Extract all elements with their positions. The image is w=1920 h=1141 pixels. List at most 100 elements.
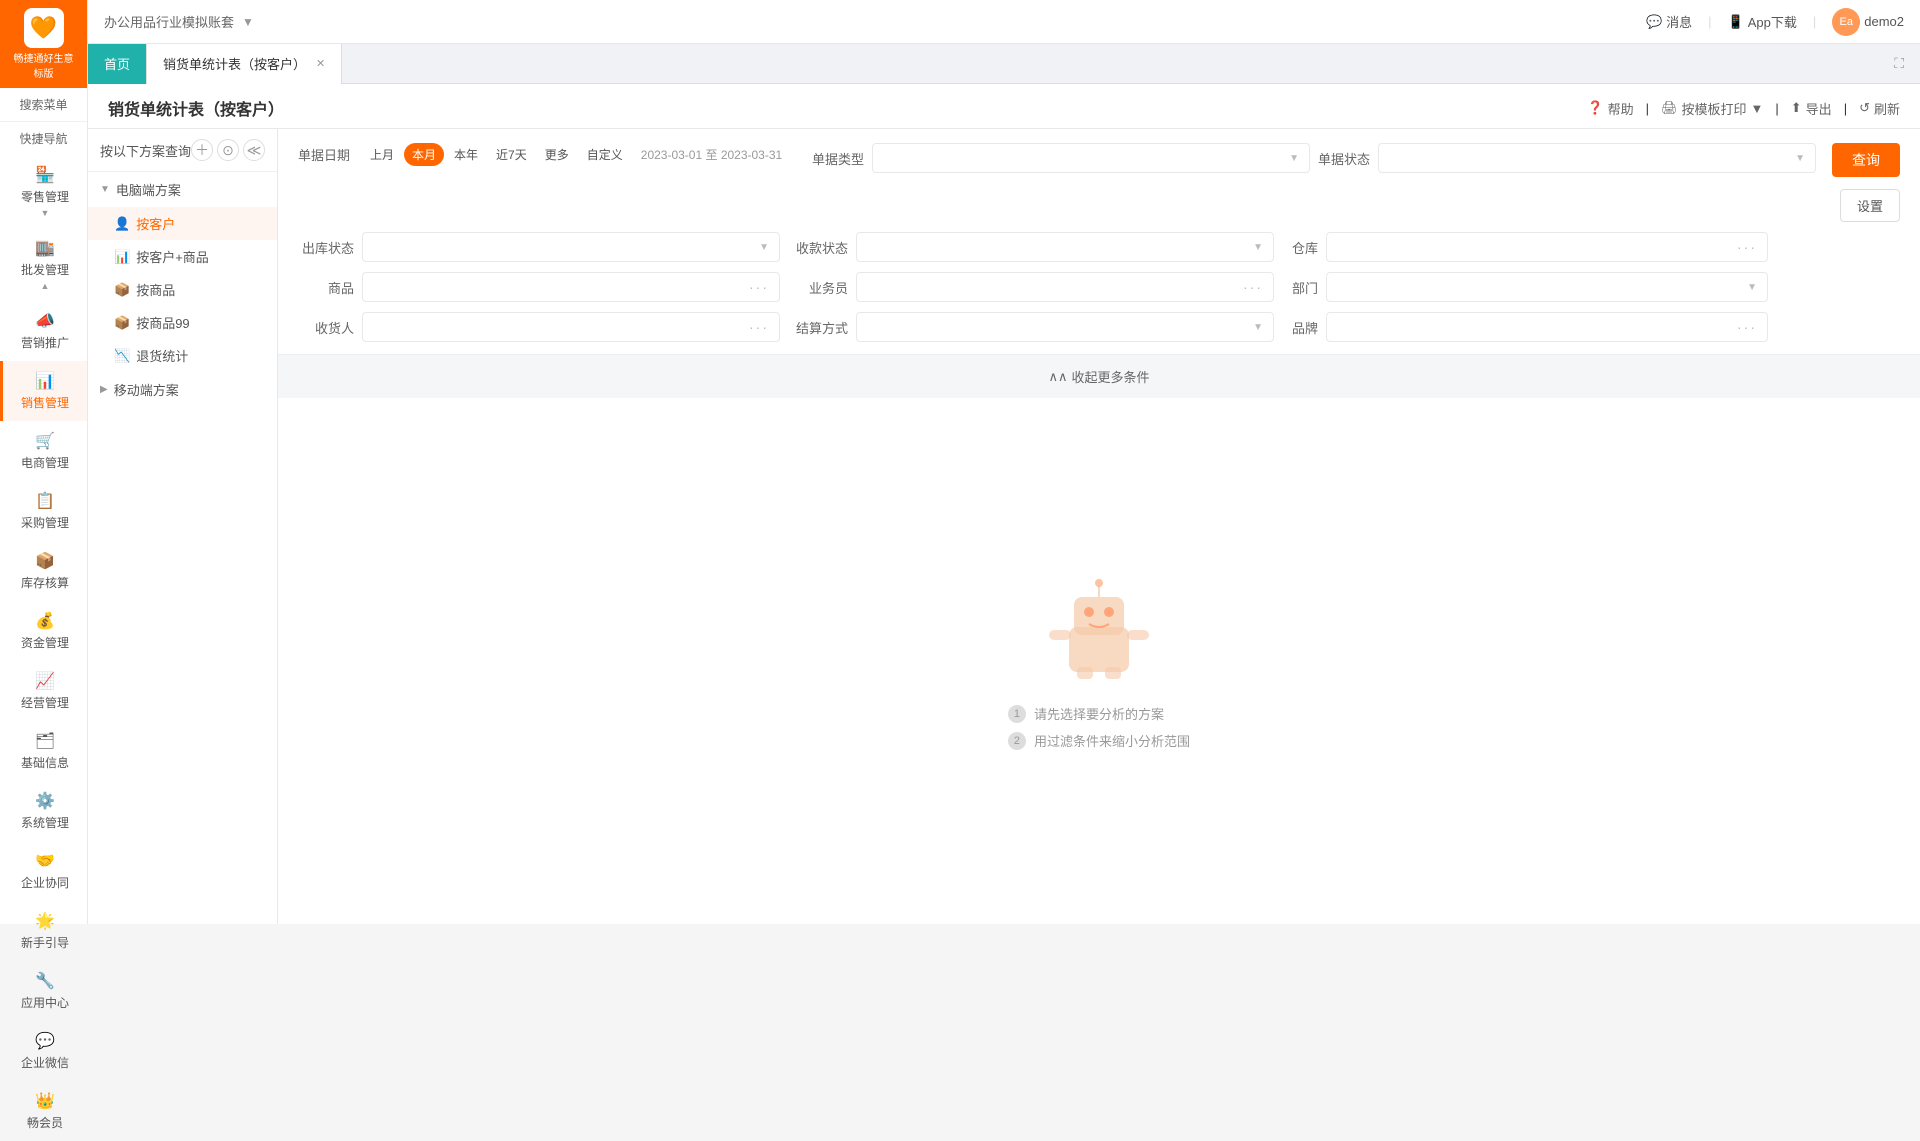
tab-home[interactable]: 首页	[88, 44, 147, 84]
sidebar-item-enterprise[interactable]: 🤝 企业协同	[0, 841, 87, 901]
receiver-filter: 收货人 ···	[298, 312, 780, 342]
fast-nav[interactable]: 快捷导航	[0, 122, 87, 155]
sidebar-item-system[interactable]: ⚙️ 系统管理	[0, 781, 87, 841]
export-icon: ⬆	[1791, 100, 1802, 116]
tip-num2: 2	[1008, 732, 1026, 750]
query-button[interactable]: 查询	[1832, 143, 1900, 177]
receiver-label: 收货人	[298, 318, 354, 337]
topbar-dropdown-icon[interactable]: ▼	[242, 15, 254, 29]
sidebar-item-inventory[interactable]: 📦 库存核算	[0, 541, 87, 601]
template-print-button[interactable]: 🖨 按模板打印 ▼	[1661, 99, 1763, 118]
sidebar-item-retail[interactable]: 🏪 零售管理 ▼	[0, 155, 87, 228]
scheme-group-desktop-label: 电脑端方案	[116, 180, 181, 199]
user-profile[interactable]: Ea demo2	[1832, 8, 1904, 36]
empty-tip2: 2 用过滤条件来缩小分析范围	[1008, 731, 1190, 750]
sidebar-item-basic[interactable]: 🗂 基础信息	[0, 721, 87, 781]
out-status-filter: 出库状态 ▼	[298, 232, 780, 262]
department-label: 部门	[1286, 278, 1318, 297]
doc-status-filter: 单据状态 ▼	[1310, 143, 1816, 173]
refresh-scheme-button[interactable]: ⊙	[217, 139, 239, 161]
receiver-dots: ···	[749, 319, 769, 335]
sidebar-item-operation[interactable]: 📈 经营管理	[0, 661, 87, 721]
export-button[interactable]: ⬆ 导出	[1791, 99, 1832, 118]
sidebar-item-inventory-label: 库存核算	[21, 574, 69, 591]
collapse-button[interactable]: ∧∧ 收起更多条件	[1032, 363, 1165, 390]
app-logo[interactable]: 🧡 畅捷通好生意 标版	[0, 0, 87, 88]
refresh-button[interactable]: ↺ 刷新	[1859, 99, 1900, 118]
topbar-left: 办公用品行业模拟账套 ▼	[104, 12, 254, 31]
messages-label: 消息	[1666, 12, 1692, 31]
robot-svg	[1039, 572, 1159, 692]
salesperson-select[interactable]: ···	[856, 272, 1274, 302]
logo-text: 畅捷通好生意	[14, 50, 74, 65]
enterprise-icon: 🤝	[35, 851, 55, 871]
payment-status-filter: 收款状态 ▼	[792, 232, 1274, 262]
divider1: |	[1708, 14, 1711, 29]
messages-action[interactable]: 💬 消息	[1646, 12, 1692, 31]
scheme-item-return-stat[interactable]: 📉 退货统计	[88, 339, 277, 372]
this-year-btn[interactable]: 本年	[446, 143, 486, 166]
avatar[interactable]: Ea	[1832, 8, 1860, 36]
payment-status-select[interactable]: ▼	[856, 232, 1274, 262]
custom-date-btn[interactable]: 自定义	[579, 143, 631, 166]
scheme-item-by-customer-label: 按客户	[136, 214, 175, 233]
template-print-label: 按模板打印	[1681, 99, 1746, 118]
scheme-group-mobile-header[interactable]: ▶ 移动端方案	[88, 372, 277, 407]
date-buttons: 上月 本月 本年 近7天 更多 自定义 2023-03-01 至 2023-03…	[362, 143, 782, 166]
wechat-icon: 💬	[35, 1031, 55, 1051]
settings-button[interactable]: 设置	[1840, 189, 1900, 222]
sidebar-item-finance[interactable]: 💰 资金管理	[0, 601, 87, 661]
tip2-text: 用过滤条件来缩小分析范围	[1034, 731, 1190, 750]
basic-icon: 🗂	[35, 731, 55, 751]
sidebar-item-wholesale[interactable]: 🏬 批发管理 ▲	[0, 228, 87, 301]
scheme-item-by-customer-goods[interactable]: 📊 按客户+商品	[88, 240, 277, 273]
sidebar-item-apps[interactable]: 🔧 应用中心	[0, 961, 87, 1021]
last-month-btn[interactable]: 上月	[362, 143, 402, 166]
sidebar-item-ecommerce[interactable]: 🛒 电商管理	[0, 421, 87, 481]
out-status-select[interactable]: ▼	[362, 232, 780, 262]
app-download-action[interactable]: 📱 App下载	[1728, 12, 1797, 31]
logo-icon: 🧡	[24, 8, 64, 48]
sidebar-item-marketing-label: 营销推广	[21, 334, 69, 351]
sidebar-item-marketing[interactable]: 📣 营销推广	[0, 301, 87, 361]
doc-status-arrow: ▼	[1795, 153, 1805, 164]
date-filter: 单据日期 上月 本月 本年 近7天 更多 自定义 2023-03-01 至 20…	[298, 143, 804, 166]
receiver-select[interactable]: ···	[362, 312, 780, 342]
scheme-item-by-customer[interactable]: 👤 按客户	[88, 207, 277, 240]
sidebar-item-wholesale-label: 批发管理	[21, 261, 69, 278]
salesperson-filter: 业务员 ···	[792, 272, 1274, 302]
sidebar-item-purchase[interactable]: 📋 采购管理	[0, 481, 87, 541]
empty-tip1: 1 请先选择要分析的方案	[1008, 704, 1190, 723]
scheme-group-desktop-header[interactable]: ▼ 电脑端方案	[88, 172, 277, 207]
brand-select[interactable]: ···	[1326, 312, 1768, 342]
help-button[interactable]: ❓ 帮助	[1587, 99, 1633, 118]
goods-select[interactable]: ···	[362, 272, 780, 302]
main: 办公用品行业模拟账套 ▼ 💬 消息 | 📱 App下载 | Ea demo2	[88, 0, 1920, 924]
warehouse-select[interactable]: ···	[1326, 232, 1768, 262]
tab-sales-stat-label: 销货单统计表（按客户）	[163, 54, 306, 73]
fast-nav-label: 快捷导航	[6, 130, 81, 147]
tab-close-icon[interactable]: ✕	[316, 57, 325, 70]
search-menu[interactable]: 搜索菜单	[0, 88, 87, 122]
add-scheme-button[interactable]: ＋	[191, 139, 213, 161]
newbie-icon: 🌟	[35, 911, 55, 931]
sidebar-item-sales[interactable]: 📊 销售管理	[0, 361, 87, 421]
more-date-btn[interactable]: 更多	[537, 143, 577, 166]
collapse-scheme-button[interactable]: ≪	[243, 139, 265, 161]
department-select[interactable]: ▼	[1326, 272, 1768, 302]
tab-sales-stat[interactable]: 销货单统计表（按客户） ✕	[147, 44, 342, 84]
last-7-btn[interactable]: 近7天	[488, 143, 535, 166]
maximize-icon[interactable]: ⛶	[1894, 55, 1904, 72]
doc-type-select[interactable]: ▼	[872, 143, 1310, 173]
chevron-down-icon: ▼	[100, 184, 110, 195]
sidebar-item-wechat[interactable]: 💬 企业微信	[0, 1021, 87, 1081]
settlement-select[interactable]: ▼	[856, 312, 1274, 342]
scheme-item-by-goods99[interactable]: 📦 按商品99	[88, 306, 277, 339]
goods-icon: 📦	[114, 282, 130, 298]
scheme-item-by-goods[interactable]: 📦 按商品	[88, 273, 277, 306]
sidebar-item-member[interactable]: 👑 畅会员	[0, 1081, 87, 1141]
this-month-btn[interactable]: 本月	[404, 143, 444, 166]
sidebar-item-newbie[interactable]: 🌟 新手引导	[0, 901, 87, 961]
refresh-icon: ↺	[1859, 100, 1870, 116]
doc-status-select[interactable]: ▼	[1378, 143, 1816, 173]
